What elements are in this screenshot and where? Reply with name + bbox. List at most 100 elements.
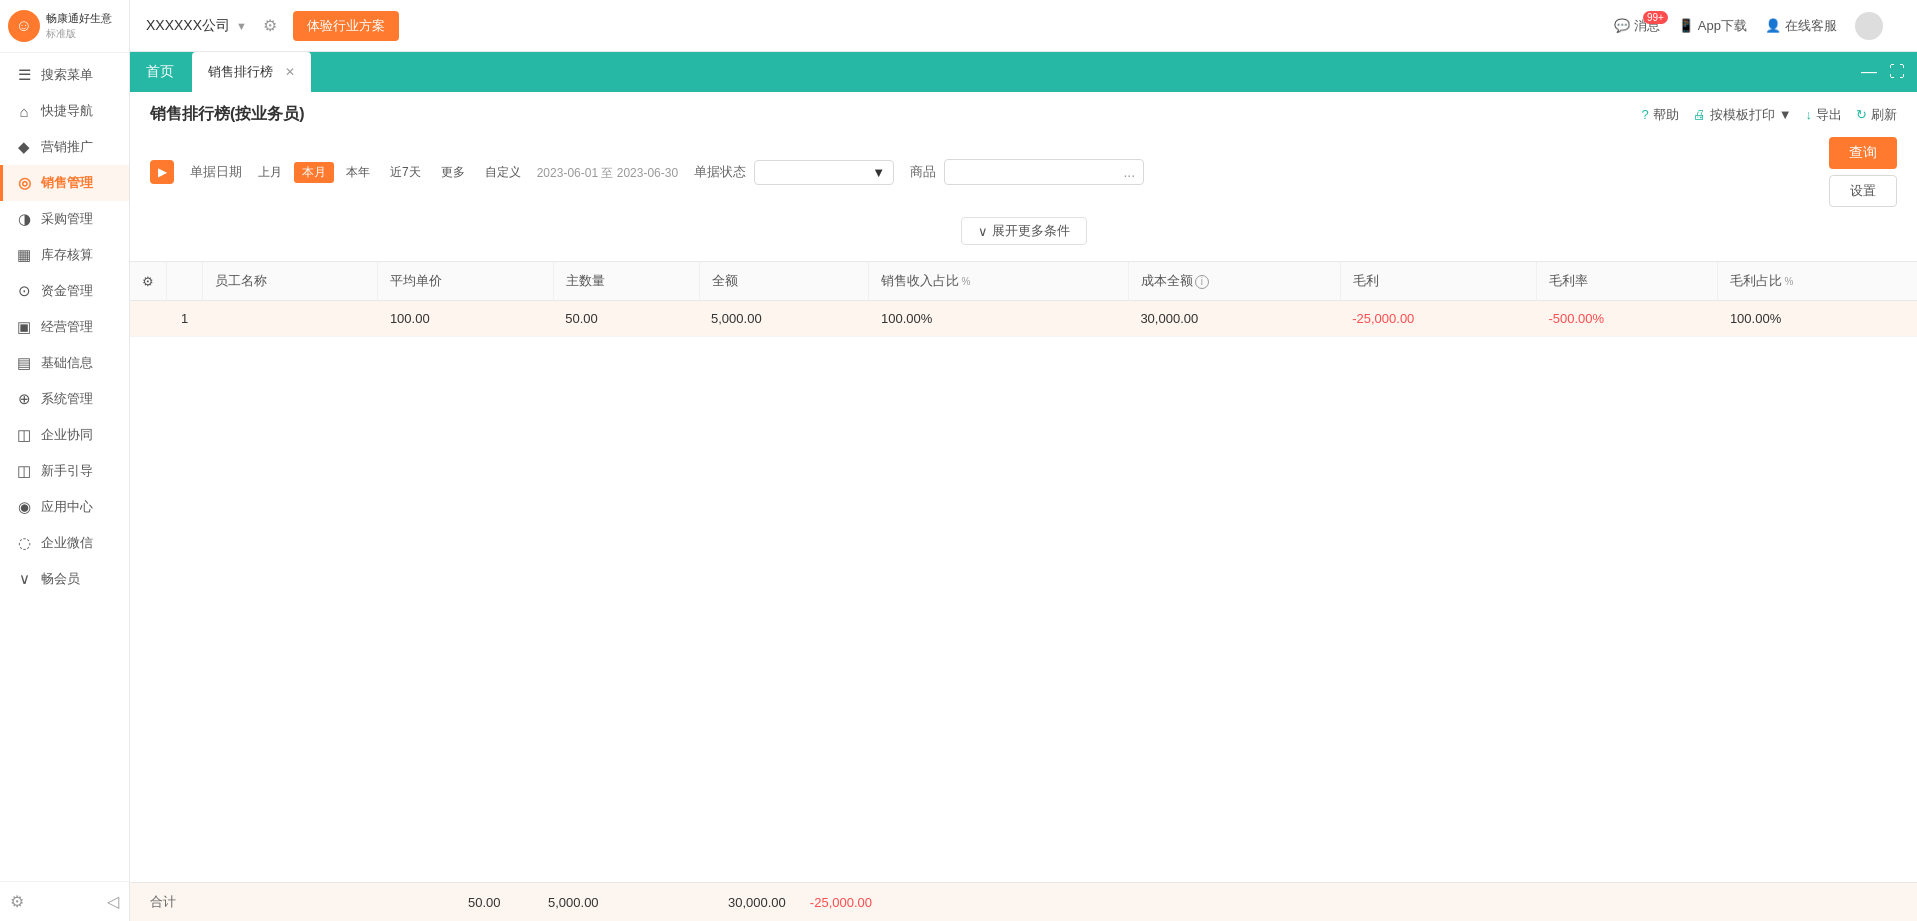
message-action[interactable]: 💬 消息 99+ bbox=[1614, 17, 1660, 35]
date-tab-custom[interactable]: 自定义 bbox=[477, 162, 529, 183]
date-tab-7days[interactable]: 近7天 bbox=[382, 162, 429, 183]
marketing-icon: ◆ bbox=[15, 138, 33, 156]
goods-more-icon[interactable]: ... bbox=[1123, 164, 1135, 180]
sidebar-item-operation[interactable]: ▣ 经营管理 bbox=[0, 309, 129, 345]
download-icon: 📱 bbox=[1678, 18, 1694, 33]
export-button[interactable]: ↓ 导出 bbox=[1806, 106, 1843, 124]
message-badge: 99+ bbox=[1643, 11, 1668, 24]
print-label: 按模板打印 bbox=[1710, 106, 1775, 124]
app-download-action[interactable]: 📱 App下载 bbox=[1678, 17, 1747, 35]
member-icon: ∨ bbox=[15, 570, 33, 588]
print-icon: 🖨 bbox=[1693, 107, 1706, 122]
table-wrapper[interactable]: ⚙ 员工名称 平均单价 主数量 全额 销售收入占比% 成本全额i bbox=[130, 262, 1917, 882]
row-gross-cell: -25,000.00 bbox=[1340, 301, 1536, 337]
content-area: 销售排行榜(按业务员) ? 帮助 🖨 按模板打印 ▼ ↓ 导出 bbox=[130, 92, 1917, 921]
col-header-settings[interactable]: ⚙ bbox=[130, 262, 167, 301]
corp-icon: ◫ bbox=[15, 426, 33, 444]
sidebar-item-label: 营销推广 bbox=[41, 138, 93, 156]
status-filter-group: 单据状态 ▼ bbox=[694, 160, 894, 185]
date-tab-current-month[interactable]: 本月 bbox=[294, 162, 334, 183]
tab-bar: 首页 销售排行榜 ✕ — ⛶ bbox=[130, 52, 1917, 92]
filter-bar: ▶ 单据日期 上月 本月 本年 近7天 更多 自定义 2023-06-01 至 … bbox=[150, 137, 1897, 217]
help-icon: ? bbox=[1641, 107, 1648, 122]
search-menu-icon: ☰ bbox=[15, 66, 33, 84]
footer-gross: -25,000.00 bbox=[798, 895, 884, 910]
status-select-arrow: ▼ bbox=[872, 165, 885, 180]
sidebar-item-system[interactable]: ⊕ 系统管理 bbox=[0, 381, 129, 417]
sidebar-item-label: 基础信息 bbox=[41, 354, 93, 372]
date-tab-prev-month[interactable]: 上月 bbox=[250, 162, 290, 183]
user-avatar[interactable] bbox=[1855, 12, 1883, 40]
sidebar-item-member[interactable]: ∨ 畅会员 bbox=[0, 561, 129, 597]
app-version: 标准版 bbox=[46, 27, 112, 41]
help-button[interactable]: ? 帮助 bbox=[1641, 106, 1678, 124]
query-button[interactable]: 查询 bbox=[1829, 137, 1897, 169]
sidebar-item-search[interactable]: ☰ 搜索菜单 bbox=[0, 57, 129, 93]
finance-icon: ⊙ bbox=[15, 282, 33, 300]
col-header-gross-rate: 毛利率 bbox=[1536, 262, 1717, 301]
date-tab-current-year[interactable]: 本年 bbox=[338, 162, 378, 183]
tab-minimize-icon[interactable]: — bbox=[1861, 63, 1877, 81]
sidebar-item-label: 系统管理 bbox=[41, 390, 93, 408]
basic-icon: ▤ bbox=[15, 354, 33, 372]
sidebar-item-basic[interactable]: ▤ 基础信息 bbox=[0, 345, 129, 381]
sidebar-item-label: 搜索菜单 bbox=[41, 66, 93, 84]
expand-row: ∨ 展开更多条件 bbox=[150, 217, 1897, 261]
sidebar-item-sales[interactable]: ◎ 销售管理 bbox=[0, 165, 129, 201]
sidebar-collapse-icon[interactable]: ◁ bbox=[107, 892, 119, 911]
sidebar-item-finance[interactable]: ⊙ 资金管理 bbox=[0, 273, 129, 309]
sidebar-bottom: ⚙ ◁ bbox=[0, 881, 129, 921]
sidebar-item-corp[interactable]: ◫ 企业协同 bbox=[0, 417, 129, 453]
footer-amount: 5,000.00 bbox=[536, 895, 616, 910]
tab-maximize-icon[interactable]: ⛶ bbox=[1889, 63, 1905, 81]
sidebar-settings-icon[interactable]: ⚙ bbox=[10, 892, 24, 911]
sidebar-item-inventory[interactable]: ▦ 库存核算 bbox=[0, 237, 129, 273]
col-header-amount: 全额 bbox=[699, 262, 869, 301]
trial-button[interactable]: 体验行业方案 bbox=[293, 11, 399, 41]
sidebar-item-marketing[interactable]: ◆ 营销推广 bbox=[0, 129, 129, 165]
refresh-label: 刷新 bbox=[1871, 106, 1897, 124]
print-dropdown-icon[interactable]: ▼ bbox=[1779, 107, 1792, 122]
topbar-settings-icon[interactable]: ⚙ bbox=[259, 12, 281, 39]
sidebar-item-label: 应用中心 bbox=[41, 498, 93, 516]
table-row: 1 100.00 50.00 5,000.00 100.00% 30,000.0… bbox=[130, 301, 1917, 337]
tab-close-icon[interactable]: ✕ bbox=[285, 65, 295, 79]
sidebar-item-label: 新手引导 bbox=[41, 462, 93, 480]
date-tab-more[interactable]: 更多 bbox=[433, 162, 473, 183]
cost-info-icon[interactable]: i bbox=[1195, 275, 1209, 289]
sidebar-item-wechat[interactable]: ◌ 企业微信 bbox=[0, 525, 129, 561]
online-service-action[interactable]: 👤 在线客服 bbox=[1765, 17, 1837, 35]
refresh-button[interactable]: ↻ 刷新 bbox=[1856, 106, 1897, 124]
table-footer: 合计 50.00 5,000.00 30,000.00 -25,000.00 bbox=[130, 882, 1917, 921]
print-button[interactable]: 🖨 按模板打印 ▼ bbox=[1693, 106, 1792, 124]
col-settings-icon: ⚙ bbox=[142, 274, 154, 289]
expand-conditions-button[interactable]: ∨ 展开更多条件 bbox=[961, 217, 1087, 245]
row-sales-ratio-cell: 100.00% bbox=[869, 301, 1128, 337]
company-name: XXXXXX公司 bbox=[146, 17, 230, 35]
filter-toggle-arrow[interactable]: ▶ bbox=[150, 160, 174, 184]
sidebar-item-label: 畅会员 bbox=[41, 570, 80, 588]
help-label: 帮助 bbox=[1653, 106, 1679, 124]
sidebar-item-appstore[interactable]: ◉ 应用中心 bbox=[0, 489, 129, 525]
status-select[interactable]: ▼ bbox=[754, 160, 894, 185]
settings-button[interactable]: 设置 bbox=[1829, 175, 1897, 207]
app-download-label: App下载 bbox=[1698, 17, 1747, 35]
row-settings-cell bbox=[130, 301, 167, 337]
sidebar-item-shortcut[interactable]: ⌂ 快捷导航 bbox=[0, 93, 129, 129]
refresh-icon: ↻ bbox=[1856, 107, 1867, 122]
company-selector[interactable]: XXXXXX公司 ▼ bbox=[146, 17, 247, 35]
tab-home[interactable]: 首页 bbox=[130, 52, 190, 92]
sidebar-item-label: 经营管理 bbox=[41, 318, 93, 336]
page-title: 销售排行榜(按业务员) bbox=[150, 104, 305, 125]
expand-label: 展开更多条件 bbox=[992, 222, 1070, 240]
page-header: 销售排行榜(按业务员) ? 帮助 🖨 按模板打印 ▼ ↓ 导出 bbox=[130, 92, 1917, 262]
sidebar-item-guide[interactable]: ◫ 新手引导 bbox=[0, 453, 129, 489]
main-area: XXXXXX公司 ▼ ⚙ 体验行业方案 💬 消息 99+ 📱 App下载 👤 在… bbox=[130, 0, 1917, 921]
operation-icon: ▣ bbox=[15, 318, 33, 336]
tab-sales-ranking[interactable]: 销售排行榜 ✕ bbox=[192, 52, 311, 92]
percent-icon: % bbox=[961, 276, 970, 287]
goods-input[interactable]: ... bbox=[944, 159, 1144, 185]
row-amount-cell: 5,000.00 bbox=[699, 301, 869, 337]
app-logo: ☺ 畅康通好生意 标准版 bbox=[0, 0, 129, 53]
sidebar-item-purchase[interactable]: ◑ 采购管理 bbox=[0, 201, 129, 237]
